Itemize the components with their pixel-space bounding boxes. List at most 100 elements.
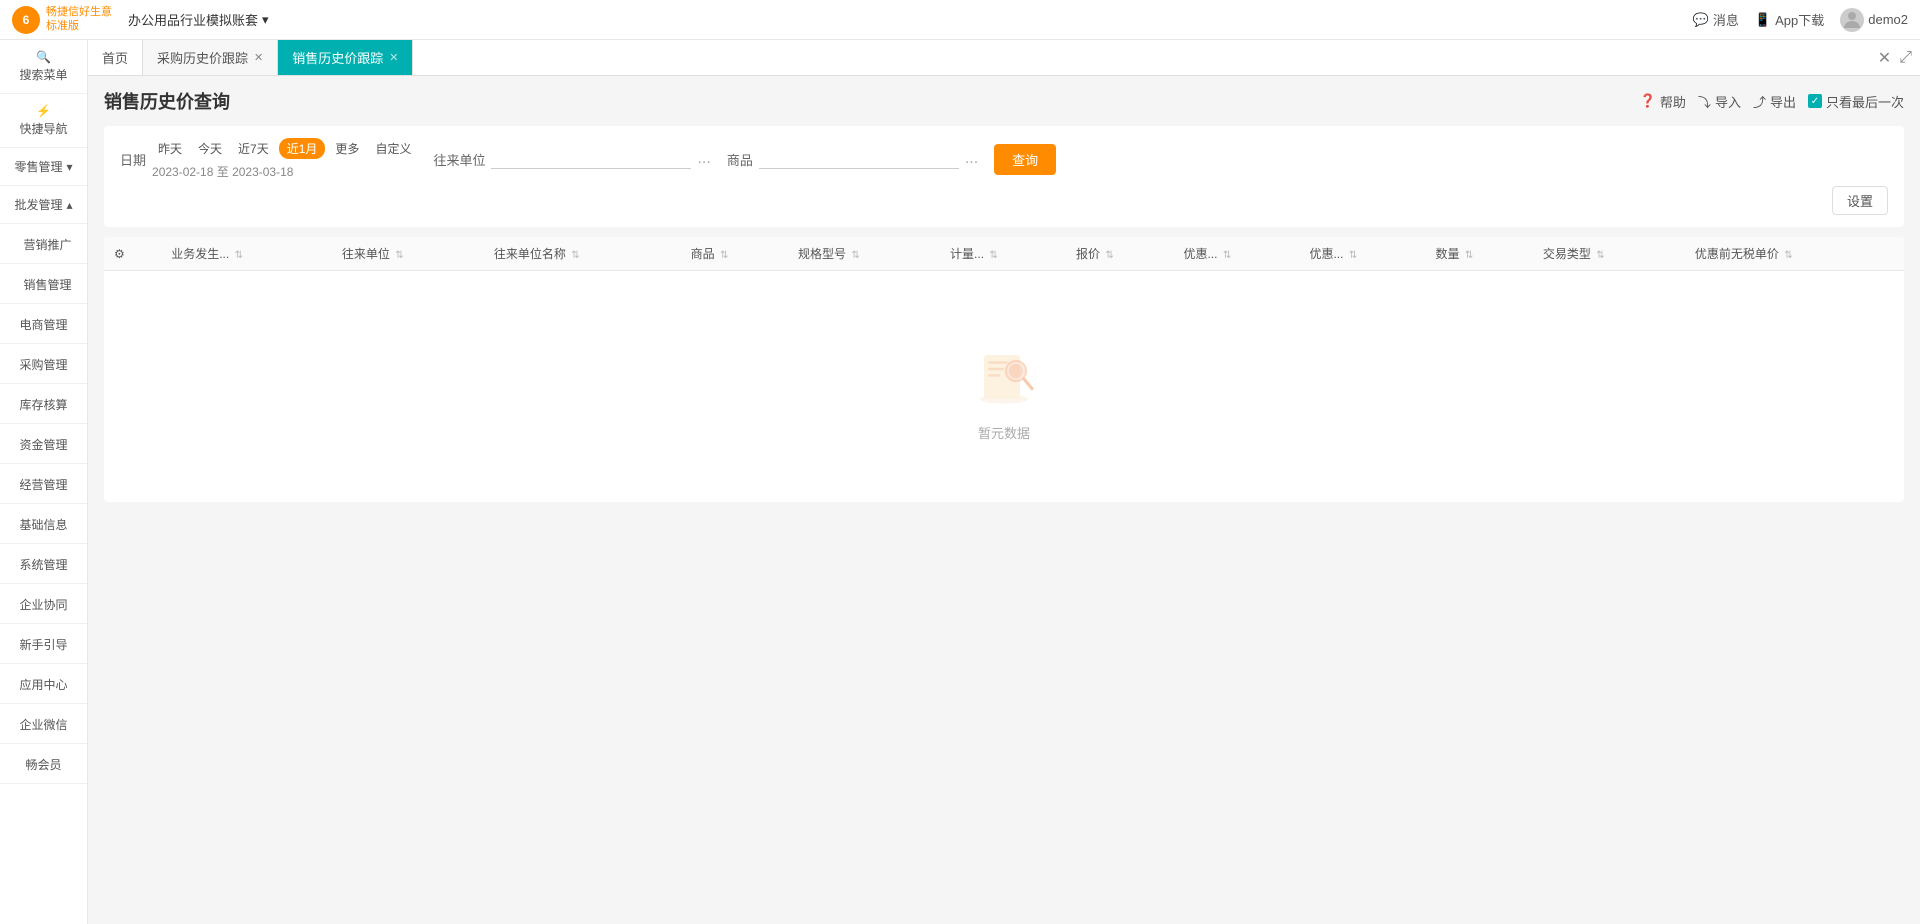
sort-arrows-price: ⇅ <box>1105 250 1113 261</box>
date-btn-7days[interactable]: 近7天 <box>232 138 275 159</box>
col-partner-name[interactable]: 往来单位名称 ⇅ <box>484 237 681 271</box>
tab-purchase-history[interactable]: 采购历史价跟踪 ✕ <box>143 40 278 75</box>
goods-dots-btn[interactable]: ... <box>965 150 978 168</box>
user-profile[interactable]: demo2 <box>1840 8 1908 32</box>
avatar <box>1840 8 1864 32</box>
col-biz-date[interactable]: 业务发生... ⇅ <box>161 237 332 271</box>
checkbox-icon: ✓ <box>1808 94 1822 108</box>
empty-text: 暂元数据 <box>978 423 1030 442</box>
nav-icon: ⚡ <box>4 104 83 118</box>
date-btn-yesterday[interactable]: 昨天 <box>152 138 188 159</box>
main-layout: 🔍 搜索菜单 ⚡ 快捷导航 零售管理 ▾ 批发管理 ▴ 营销推广 销售管理 电商… <box>0 40 1920 924</box>
sidebar-item-ecommerce[interactable]: 电商管理 <box>0 304 87 344</box>
table-header: ⚙ 业务发生... ⇅ 往来单位 ⇅ 往来单位名称 <box>104 237 1904 271</box>
sort-arrows-trade-type: ⇅ <box>1596 250 1604 261</box>
import-btn[interactable]: ⤵ 导入 <box>1698 92 1741 111</box>
partner-dots-btn[interactable]: ... <box>697 150 710 168</box>
sidebar-item-retail-mgmt[interactable]: 零售管理 ▾ <box>0 148 87 186</box>
sidebar-item-inventory[interactable]: 库存核算 <box>0 384 87 424</box>
sidebar-item-sales-mgmt[interactable]: 销售管理 <box>0 264 87 304</box>
app-selector[interactable]: 办公用品行业模拟账套 ▾ <box>120 6 277 33</box>
sidebar-item-quick-nav[interactable]: ⚡ 快捷导航 <box>0 94 87 148</box>
sidebar-item-sys-mgmt[interactable]: 系统管理 <box>0 544 87 584</box>
tabbar-actions: ✕ ⤢ <box>1878 40 1920 75</box>
sidebar-item-basic-info[interactable]: 基础信息 <box>0 504 87 544</box>
sidebar-item-purchase[interactable]: 采购管理 <box>0 344 87 384</box>
date-range-display: 2023-02-18 至 2023-03-18 <box>152 163 417 180</box>
col-goods[interactable]: 商品 ⇅ <box>681 237 788 271</box>
sidebar-item-ops[interactable]: 经营管理 <box>0 464 87 504</box>
sort-arrows-discount2: ⇅ <box>1349 250 1357 261</box>
app-download-btn[interactable]: 📱 App下载 <box>1755 10 1824 29</box>
col-partner-code[interactable]: 往来单位 ⇅ <box>332 237 484 271</box>
show-last-checkbox[interactable]: ✓ 只看最后一次 <box>1808 92 1904 111</box>
col-spec[interactable]: 规格型号 ⇅ <box>788 237 940 271</box>
col-discount2[interactable]: 优惠... ⇅ <box>1299 237 1425 271</box>
sidebar-item-guide[interactable]: 新手引导 <box>0 624 87 664</box>
page-content: 销售历史价查询 ❓ 帮助 ⤵ 导入 ⤴ 导出 ✓ <box>88 76 1920 924</box>
date-btn-today[interactable]: 今天 <box>192 138 228 159</box>
sidebar-item-app-center[interactable]: 应用中心 <box>0 664 87 704</box>
page-header-actions: ❓ 帮助 ⤵ 导入 ⤴ 导出 ✓ 只看最后一次 <box>1640 92 1904 111</box>
sidebar-item-marketing[interactable]: 营销推广 <box>0 224 87 264</box>
date-btn-1month[interactable]: 近1月 <box>279 138 326 159</box>
message-icon: 💬 <box>1693 12 1709 28</box>
sidebar-item-search-menu[interactable]: 🔍 搜索菜单 <box>0 40 87 94</box>
sidebar-item-enterprise-wechat[interactable]: 企业微信 <box>0 704 87 744</box>
col-gear[interactable]: ⚙ <box>104 237 161 271</box>
gear-icon: ⚙ <box>114 247 125 261</box>
logo-icon: 6 <box>12 6 40 34</box>
partner-input[interactable] <box>491 149 691 169</box>
logo-area: 6 畅捷信好生意 标准版 <box>12 6 112 34</box>
col-trade-type[interactable]: 交易类型 ⇅ <box>1533 237 1685 271</box>
topbar-right: 💬 消息 📱 App下载 demo2 <box>1693 8 1908 32</box>
close-all-tabs-btn[interactable]: ✕ <box>1878 48 1891 68</box>
date-filter-group: 日期 昨天 今天 近7天 近1月 更多 自定义 2023-02-18 至 202… <box>120 138 417 180</box>
export-icon: ⤴ <box>1753 92 1766 111</box>
page-header: 销售历史价查询 ❓ 帮助 ⤵ 导入 ⤴ 导出 ✓ <box>104 88 1904 114</box>
col-discount1[interactable]: 优惠... ⇅ <box>1173 237 1299 271</box>
logo-text: 畅捷信好生意 标准版 <box>46 6 112 32</box>
import-icon: ⤵ <box>1698 92 1711 111</box>
col-pretax-price[interactable]: 优惠前无税单价 ⇅ <box>1685 237 1904 271</box>
tab-sales-history[interactable]: 销售历史价跟踪 ✕ <box>278 40 413 75</box>
date-filter-col: 昨天 今天 近7天 近1月 更多 自定义 2023-02-18 至 2023-0… <box>152 138 417 180</box>
help-btn[interactable]: ❓ 帮助 <box>1640 92 1686 111</box>
chevron-down-icon: ▾ <box>262 12 269 28</box>
sidebar-item-fund[interactable]: 资金管理 <box>0 424 87 464</box>
export-btn[interactable]: ⤴ 导出 <box>1753 92 1796 111</box>
close-sales-tab-btn[interactable]: ✕ <box>389 51 398 64</box>
help-icon: ❓ <box>1640 93 1656 109</box>
sort-arrows-goods: ⇅ <box>720 250 728 261</box>
data-table: ⚙ 业务发生... ⇅ 往来单位 ⇅ 往来单位名称 <box>104 237 1904 271</box>
sort-arrows-discount1: ⇅ <box>1223 250 1231 261</box>
date-buttons: 昨天 今天 近7天 近1月 更多 自定义 <box>152 138 417 159</box>
tabbar: 首页 采购历史价跟踪 ✕ 销售历史价跟踪 ✕ ✕ ⤢ <box>88 40 1920 76</box>
filter-row-2: 设置 <box>120 186 1888 215</box>
message-btn[interactable]: 💬 消息 <box>1693 10 1739 29</box>
col-unit[interactable]: 计量... ⇅ <box>940 237 1066 271</box>
col-price[interactable]: 报价 ⇅ <box>1066 237 1173 271</box>
chevron-up-icon: ▴ <box>66 198 72 212</box>
filter-row-1: 日期 昨天 今天 近7天 近1月 更多 自定义 2023-02-18 至 202… <box>120 138 1888 180</box>
goods-input[interactable] <box>759 149 959 169</box>
sidebar-item-wholesale-mgmt[interactable]: 批发管理 ▴ <box>0 186 87 224</box>
date-btn-more[interactable]: 更多 <box>329 138 365 159</box>
maximize-btn[interactable]: ⤢ <box>1899 49 1912 67</box>
col-quantity[interactable]: 数量 ⇅ <box>1425 237 1532 271</box>
sort-arrows-quantity: ⇅ <box>1465 250 1473 261</box>
empty-state: 暂元数据 <box>104 271 1904 502</box>
query-button[interactable]: 查询 <box>994 144 1056 175</box>
sort-arrows-partner-name: ⇅ <box>571 250 579 261</box>
tab-home[interactable]: 首页 <box>88 40 143 75</box>
date-btn-custom[interactable]: 自定义 <box>369 138 417 159</box>
partner-filter-group: 往来单位 ... <box>433 149 710 169</box>
sidebar-item-member[interactable]: 畅会员 <box>0 744 87 784</box>
settings-button[interactable]: 设置 <box>1832 186 1888 215</box>
sort-arrows-pretax-price: ⇅ <box>1784 250 1792 261</box>
sidebar-item-enterprise[interactable]: 企业协同 <box>0 584 87 624</box>
content-area: 首页 采购历史价跟踪 ✕ 销售历史价跟踪 ✕ ✕ ⤢ 销售历史价查询 <box>88 40 1920 924</box>
close-purchase-tab-btn[interactable]: ✕ <box>254 51 263 64</box>
topbar: 6 畅捷信好生意 标准版 办公用品行业模拟账套 ▾ 💬 消息 📱 App下载 d… <box>0 0 1920 40</box>
sidebar: 🔍 搜索菜单 ⚡ 快捷导航 零售管理 ▾ 批发管理 ▴ 营销推广 销售管理 电商… <box>0 40 88 924</box>
